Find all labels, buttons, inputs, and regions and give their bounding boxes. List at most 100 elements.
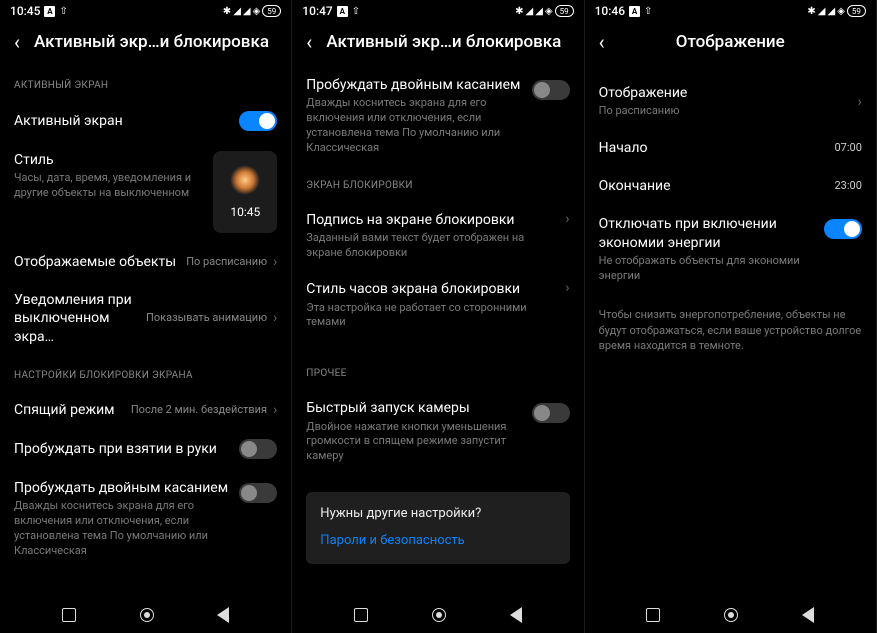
row-sleep-mode[interactable]: Спящий режим После 2 мин. бездействия › [14,391,277,429]
page-title: Отображение [676,32,785,52]
nav-bar [0,597,291,633]
row-title: Начало [599,139,825,157]
row-title: Пробуждать двойным касанием [306,76,521,94]
row-sub: Часы, дата, время, уведомления и другие … [14,171,203,201]
row-value: По расписанию [599,104,848,119]
row-style[interactable]: Стиль Часы, дата, время, уведомления и д… [14,141,277,243]
row-title: Пробуждать при взятии в руки [14,440,229,458]
chevron-right-icon: › [565,280,569,296]
row-clock-style[interactable]: Стиль часов экрана блокировки Эта настро… [306,270,569,340]
back-button[interactable]: ‹ [306,32,312,52]
nav-recents-button[interactable] [646,608,660,622]
info-text: Чтобы снизить энергопотребление, объекты… [599,307,862,353]
wifi-icon: ◈ [545,6,553,17]
row-sub: Двойное нажатие кнопки уменьшения громко… [306,420,521,465]
row-value: 07:00 [834,141,861,155]
status-bar: 10:47 A ⇧ ✱ ◢ ◢ ◈ 59 [292,0,583,22]
nav-home-button[interactable] [724,608,738,622]
row-wake-double-tap[interactable]: Пробуждать двойным касанием Дважды косни… [306,66,569,166]
preview-time: 10:45 [230,205,260,219]
row-sub: Эта настройка не работает со сторонними … [306,301,555,331]
signal-sim1-icon: ◢ [233,6,241,17]
row-end-time[interactable]: Окончание 23:00 [599,167,862,205]
row-title: Подпись на экране блокировки [306,211,555,229]
row-title: Отключать при включении экономии энергии [599,215,814,251]
status-time: 10:45 [10,4,40,18]
battery-indicator: 59 [262,5,281,17]
row-title: Активный экран [14,112,229,130]
nav-home-button[interactable] [140,608,154,622]
row-value: По расписанию [186,255,267,269]
phone-screen-3: 10:46 A ⇧ ✱ ◢ ◢ ◈ 59 ‹ Отображение Отобр… [585,0,877,633]
signal-sim1-icon: ◢ [818,6,826,17]
nav-back-button[interactable] [510,607,522,623]
section-lock-settings: НАСТРОЙКИ БЛОКИРОВКИ ЭКРАНА [14,370,277,381]
chevron-right-icon: › [273,402,277,418]
row-start-time[interactable]: Начало 07:00 [599,129,862,167]
row-active-screen[interactable]: Активный экран [14,101,277,141]
nav-home-button[interactable] [432,608,446,622]
help-link-passwords[interactable]: Пароли и безопасность [320,533,555,548]
row-title: Быстрый запуск камеры [306,399,521,417]
back-button[interactable]: ‹ [599,32,605,52]
nav-back-button[interactable] [802,607,814,623]
row-title: Окончание [599,177,825,195]
section-other: ПРОЧЕЕ [306,368,569,379]
row-title: Стиль часов экрана блокировки [306,280,555,298]
row-title: Пробуждать двойным касанием [14,479,229,497]
chevron-right-icon: › [565,211,569,227]
nav-bar [292,597,583,633]
row-sub: Заданный вами текст будет отображен на э… [306,231,555,261]
chevron-right-icon: › [273,254,277,270]
row-displayed-objects[interactable]: Отображаемые объекты По расписанию › [14,243,277,281]
status-app-icon: A [337,6,348,17]
help-question: Нужны другие настройки? [320,506,555,521]
row-title: Уведомления при выключенном экра… [14,291,136,346]
help-card: Нужны другие настройки? Пароли и безопас… [306,492,569,564]
toggle-quick-camera[interactable] [532,403,570,423]
toggle-eco-disable[interactable] [824,219,862,239]
row-lock-signature[interactable]: Подпись на экране блокировки Заданный ва… [306,201,569,271]
status-upload-icon: ⇧ [352,6,360,17]
bluetooth-icon: ✱ [515,6,523,17]
bluetooth-icon: ✱ [223,6,231,17]
page-title: Активный экр…и блокировка [34,32,269,52]
wifi-icon: ◈ [253,6,261,17]
toggle-wake-dtap[interactable] [532,80,570,100]
row-title: Отображение [599,84,848,102]
page-title: Активный экр…и блокировка [326,32,561,52]
phone-screen-2: 10:47 A ⇧ ✱ ◢ ◢ ◈ 59 ‹ Активный экр…и бл… [292,0,584,633]
status-bar: 10:46 A ⇧ ✱ ◢ ◢ ◈ 59 [585,0,876,22]
status-app-icon: A [44,6,55,17]
battery-indicator: 59 [847,5,866,17]
row-wake-pickup[interactable]: Пробуждать при взятии в руки [14,429,277,469]
row-title: Отображаемые объекты [14,253,176,271]
toggle-wake-dtap[interactable] [239,483,277,503]
phone-screen-1: 10:45 A ⇧ ✱ ◢ ◢ ◈ 59 ‹ Активный экр…и бл… [0,0,292,633]
row-value: После 2 мин. бездействия [131,403,267,417]
style-preview: 10:45 [213,151,277,233]
row-display[interactable]: Отображение По расписанию › [599,66,862,129]
status-time: 10:47 [302,4,332,18]
chevron-right-icon: › [273,310,277,326]
status-time: 10:46 [595,4,625,18]
back-button[interactable]: ‹ [14,32,20,52]
row-wake-double-tap[interactable]: Пробуждать двойным касанием Дважды косни… [14,469,277,569]
status-upload-icon: ⇧ [59,6,67,17]
status-bar: 10:45 A ⇧ ✱ ◢ ◢ ◈ 59 [0,0,291,22]
nav-back-button[interactable] [217,607,229,623]
signal-sim2-icon: ◢ [827,6,835,17]
status-upload-icon: ⇧ [644,6,652,17]
signal-sim2-icon: ◢ [243,6,251,17]
toggle-active-screen[interactable] [239,111,277,131]
row-title: Спящий режим [14,401,121,419]
row-eco-disable[interactable]: Отключать при включении экономии энергии… [599,205,862,293]
nav-recents-button[interactable] [62,608,76,622]
section-lock-screen: ЭКРАН БЛОКИРОВКИ [306,180,569,191]
toggle-wake-pickup[interactable] [239,439,277,459]
bluetooth-icon: ✱ [807,6,815,17]
row-sub: Дважды коснитесь экрана для его включени… [306,96,521,155]
nav-recents-button[interactable] [354,608,368,622]
row-notifications-off[interactable]: Уведомления при выключенном экра… Показы… [14,281,277,356]
row-quick-camera[interactable]: Быстрый запуск камеры Двойное нажатие кн… [306,389,569,474]
